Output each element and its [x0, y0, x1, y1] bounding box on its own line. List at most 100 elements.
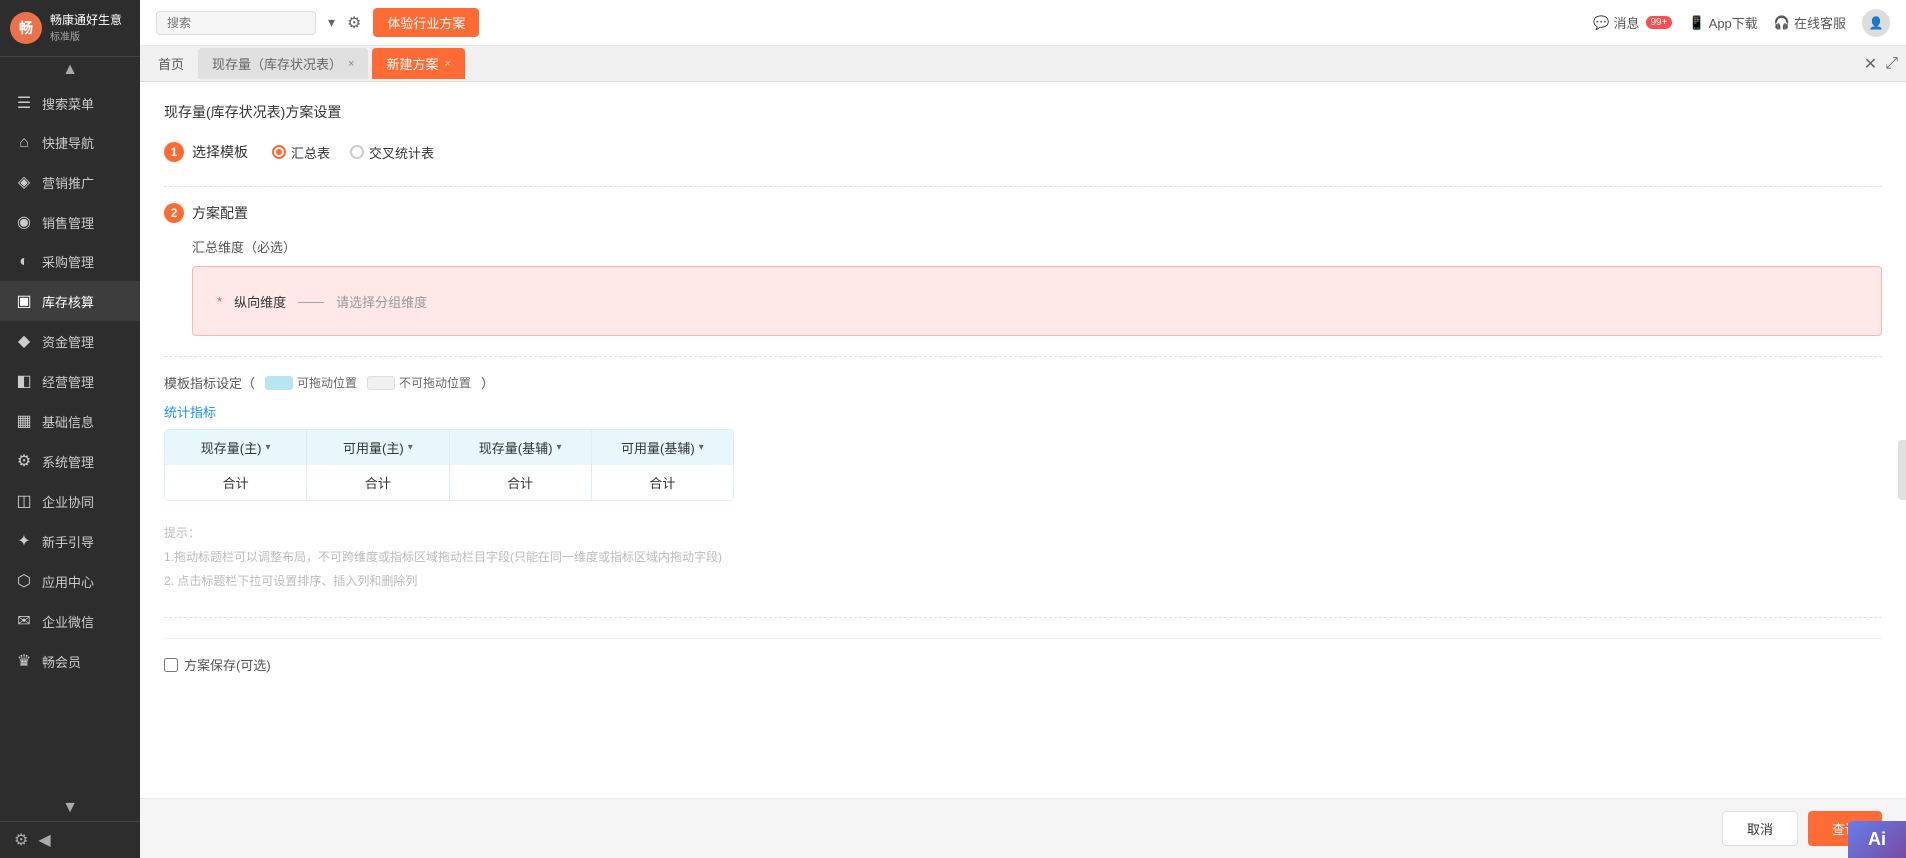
sidebar-footer: ⚙ ◀: [0, 821, 140, 858]
sidebar-item-label: 企业协同: [42, 492, 94, 511]
tab-home-label: 首页: [158, 54, 184, 73]
management-icon: ◧: [14, 371, 34, 391]
tab-inventory[interactable]: 现存量（库存状况表） ×: [198, 48, 368, 79]
section-choose-template: 1 选择模板 汇总表 交叉统计表: [164, 142, 1882, 162]
tab-new-scheme-close[interactable]: ×: [444, 58, 450, 70]
wechat-icon: ✉: [14, 611, 34, 631]
legend-non-draggable-label: 不可拖动位置: [399, 374, 471, 391]
non-draggable-legend-box: [367, 376, 395, 390]
section2-number: 2: [164, 203, 184, 223]
sidebar-item-sales[interactable]: ◉ 销售管理: [0, 202, 140, 242]
window-expand-button[interactable]: ⤢: [1885, 55, 1898, 73]
template-radio-group: 汇总表 交叉统计表: [272, 143, 434, 162]
sidebar-item-wechat[interactable]: ✉ 企业微信: [0, 601, 140, 641]
indicator-label-text: 模板指标设定（: [164, 373, 255, 392]
system-icon: ⚙: [14, 451, 34, 471]
gear-button[interactable]: ⚙: [347, 13, 361, 33]
page-title: 现存量(库存状况表)方案设置: [164, 102, 1882, 122]
user-avatar[interactable]: 👤: [1862, 9, 1890, 37]
sidebar-item-enterprise[interactable]: ◫ 企业协同: [0, 481, 140, 521]
stats-col-1-label: 现存量(主): [201, 438, 262, 457]
sidebar-item-member[interactable]: ♛ 畅会员: [0, 641, 140, 681]
tab-home[interactable]: 首页: [148, 48, 194, 79]
legend-non-draggable: 不可拖动位置: [367, 374, 471, 391]
app-name: 畅康通好生意: [50, 13, 122, 29]
stats-col-1-dropdown[interactable]: ▾: [265, 442, 270, 453]
sidebar-item-purchase[interactable]: ◐ 采购管理: [0, 242, 140, 281]
guide-icon: ✦: [14, 531, 34, 551]
settings-button[interactable]: ⚙: [14, 830, 28, 850]
dimension-placeholder: 请选择分组维度: [336, 292, 427, 311]
sidebar-item-system[interactable]: ⚙ 系统管理: [0, 441, 140, 481]
tab-inventory-label: 现存量（库存状况表）: [212, 54, 342, 73]
indicator-closing: ）: [481, 373, 494, 392]
radio-cross-circle: [350, 145, 364, 159]
sidebar-item-inventory[interactable]: ▣ 库存核算: [0, 281, 140, 321]
sidebar-item-management[interactable]: ◧ 经营管理: [0, 361, 140, 401]
enterprise-icon: ◫: [14, 491, 34, 511]
stats-col-1: 现存量(主) ▾: [165, 430, 307, 465]
sidebar-item-app-center[interactable]: ⬡ 应用中心: [0, 561, 140, 601]
save-option-label: 方案保存(可选): [184, 655, 271, 674]
messages-item[interactable]: 💬 消息 99+: [1593, 13, 1672, 32]
stats-col-2-dropdown[interactable]: ▾: [408, 442, 413, 453]
radio-summary-circle: [272, 145, 286, 159]
sidebar-item-label: 经营管理: [42, 372, 94, 391]
stats-col-4-dropdown[interactable]: ▾: [699, 442, 704, 453]
sidebar-scroll-up[interactable]: ▲: [0, 57, 140, 83]
ai-float-button[interactable]: Ai: [1848, 821, 1906, 858]
sidebar-item-label: 资金管理: [42, 332, 94, 351]
stats-col-2-label: 可用量(主): [343, 438, 404, 457]
cancel-button[interactable]: 取消: [1722, 811, 1798, 846]
quick-nav-icon: ⌂: [14, 134, 34, 152]
stats-table-body: 合计 合计 合计 合计: [165, 465, 733, 500]
dimension-area[interactable]: * 纵向维度 —— 请选择分组维度: [192, 266, 1882, 336]
app-download-item[interactable]: 📱 App下载: [1688, 13, 1757, 32]
section2-header: 2 方案配置: [164, 203, 1882, 223]
sidebar-item-search-menu[interactable]: ☰ 搜索菜单: [0, 83, 140, 123]
stats-cell-3: 合计: [450, 465, 592, 500]
tips-section: 提示： 1.拖动标题栏可以调整布局，不可跨维度或指标区域拖动栏目字段(只能在同一…: [164, 521, 1882, 593]
tab-inventory-close[interactable]: ×: [348, 58, 354, 70]
sidebar-item-finance[interactable]: ◆ 资金管理: [0, 321, 140, 361]
legend-draggable-label: 可拖动位置: [297, 374, 357, 391]
sidebar-item-quick-nav[interactable]: ⌂ 快捷导航: [0, 123, 140, 162]
trial-button[interactable]: 体验行业方案: [373, 8, 479, 37]
radio-cross-table[interactable]: 交叉统计表: [350, 143, 434, 162]
radio-summary-label: 汇总表: [291, 143, 330, 162]
save-checkbox[interactable]: [164, 658, 178, 672]
stats-col-3: 现存量(基辅) ▾: [450, 430, 592, 465]
sidebar: 畅 畅康通好生意 标准版 ▲ ☰ 搜索菜单 ⌂ 快捷导航 ◈ 营销推广 ◉ 销售…: [0, 0, 140, 858]
collapse-button[interactable]: ◀: [38, 830, 50, 850]
tab-new-scheme[interactable]: 新建方案 ×: [372, 48, 464, 79]
sidebar-item-label: 新手引导: [42, 532, 94, 551]
online-service-item[interactable]: 🎧 在线客服: [1774, 13, 1846, 32]
online-service-label: 在线客服: [1794, 13, 1846, 32]
section-scheme-config: 2 方案配置 汇总维度（必选） * 纵向维度 —— 请选择分组维度: [164, 203, 1882, 593]
search-menu-icon: ☰: [14, 93, 34, 113]
search-input[interactable]: [156, 11, 316, 35]
stats-col-2: 可用量(主) ▾: [307, 430, 449, 465]
tips-label: 提示：: [164, 526, 200, 540]
stats-col-3-dropdown[interactable]: ▾: [556, 442, 561, 453]
dimension-label: 汇总维度（必选）: [192, 237, 1882, 256]
sidebar-item-label: 应用中心: [42, 572, 94, 591]
sidebar-item-guide[interactable]: ✦ 新手引导: [0, 521, 140, 561]
section1-header: 1 选择模板 汇总表 交叉统计表: [164, 142, 1882, 162]
sidebar-item-basic-info[interactable]: ▦ 基础信息: [0, 401, 140, 441]
finance-icon: ◆: [14, 331, 34, 351]
main-area: ▾ ⚙ 体验行业方案 💬 消息 99+ 📱 App下载 🎧 在线客服 👤 首页: [140, 0, 1906, 858]
headset-icon: 🎧: [1774, 15, 1790, 31]
divider-3: [164, 617, 1882, 618]
side-collapse-handle[interactable]: [1898, 440, 1906, 500]
sidebar-item-marketing[interactable]: ◈ 营销推广: [0, 162, 140, 202]
dropdown-button[interactable]: ▾: [328, 14, 335, 31]
dimension-dash: ——: [298, 294, 324, 309]
stats-label: 统计指标: [164, 402, 1882, 421]
sidebar-scroll-down[interactable]: ▼: [0, 795, 140, 821]
radio-summary-table[interactable]: 汇总表: [272, 143, 330, 162]
logo-icon: 畅: [10, 12, 42, 44]
draggable-legend-box: [265, 376, 293, 390]
window-close-button[interactable]: ✕: [1864, 54, 1877, 74]
stats-cell-1: 合计: [165, 465, 307, 500]
